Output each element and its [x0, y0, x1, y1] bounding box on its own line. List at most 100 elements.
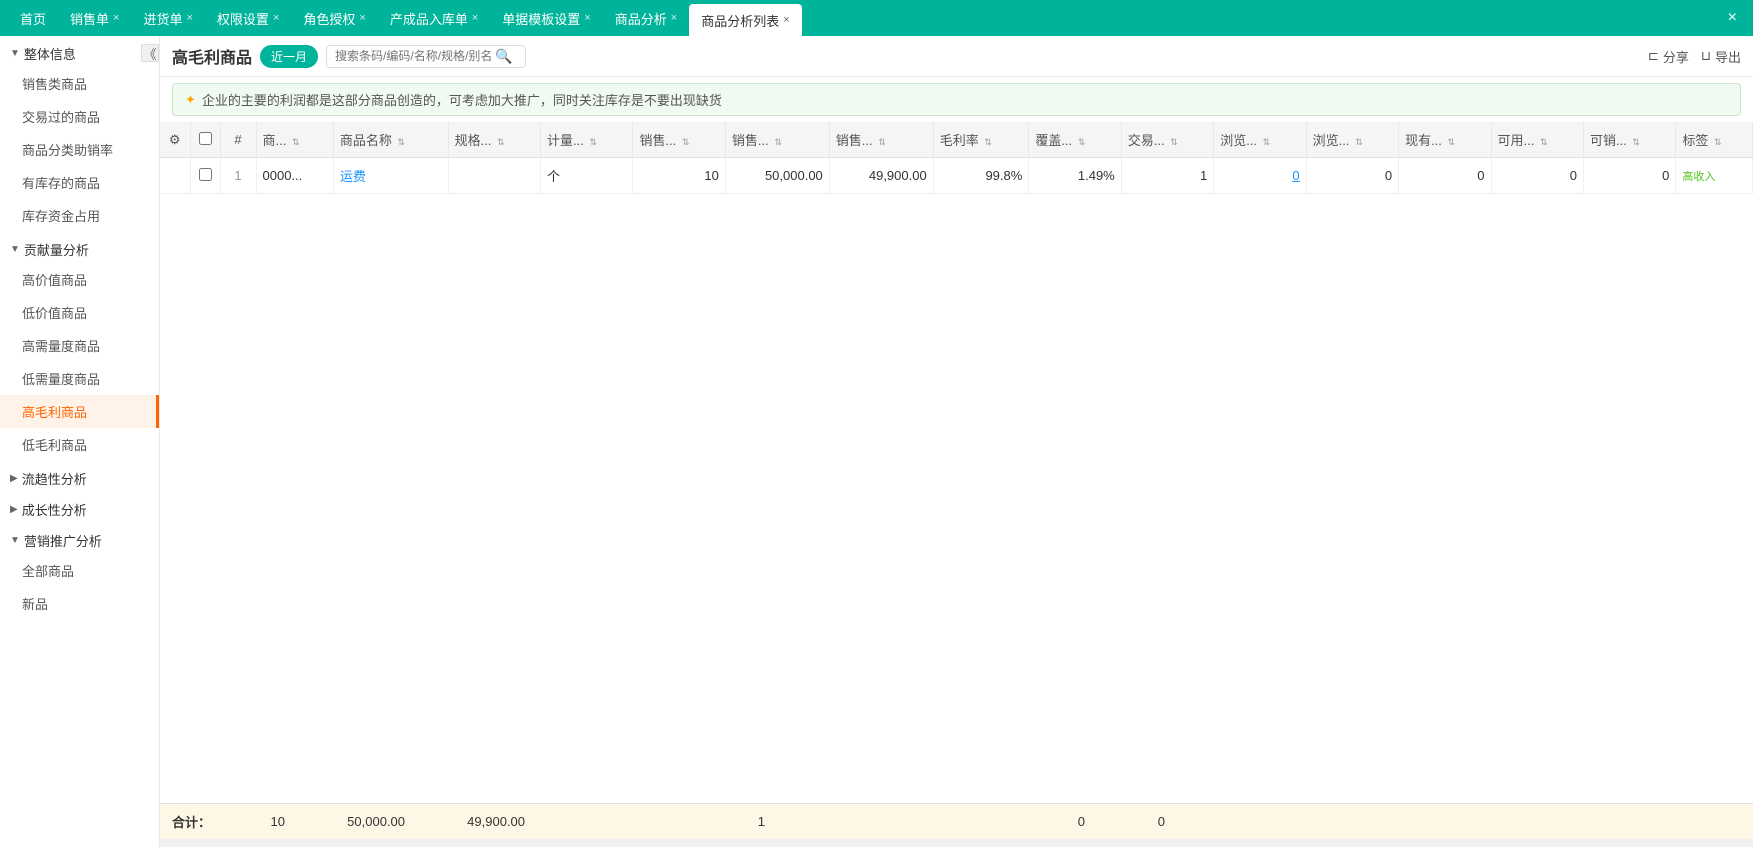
- table-body: 1 0000... 运费 个 10 50,000.00 49,900.00 99…: [160, 158, 1753, 194]
- nav-sales[interactable]: 销售单 ×: [58, 0, 131, 36]
- th-browse1[interactable]: 浏览... ⇅: [1214, 122, 1306, 158]
- settings-icon[interactable]: ⚙: [169, 132, 181, 147]
- td-spec: [448, 158, 540, 194]
- nav-analysis-list[interactable]: 商品分析列表 ×: [689, 4, 801, 36]
- nav-analysis-list-close[interactable]: ×: [783, 14, 789, 26]
- td-browse1[interactable]: 0: [1214, 158, 1306, 194]
- table-header-row: ⚙ # 商... ⇅ 商品名称 ⇅: [160, 122, 1753, 158]
- sidebar-item-new-goods[interactable]: 新品: [0, 587, 159, 620]
- th-gross-margin[interactable]: 毛利率 ⇅: [933, 122, 1029, 158]
- sidebar-section-overall[interactable]: ▼ 整体信息: [0, 36, 159, 67]
- sidebar-item-traded-goods[interactable]: 交易过的商品: [0, 100, 159, 133]
- sidebar-section-marketing[interactable]: ▼ 营销推广分析: [0, 523, 159, 554]
- td-current: 0: [1399, 158, 1491, 194]
- nav-window-close[interactable]: ×: [1720, 9, 1745, 27]
- sidebar-section-contribution[interactable]: ▼ 贡献量分析: [0, 232, 159, 263]
- sidebar-collapse-btn[interactable]: 《: [141, 44, 159, 62]
- footer-trade: 1: [691, 814, 771, 829]
- sort-current-icon: ⇅: [1448, 137, 1456, 147]
- nav-template[interactable]: 单据模板设置 ×: [490, 0, 602, 36]
- nav-permissions[interactable]: 权限设置 ×: [205, 0, 291, 36]
- nav-template-close[interactable]: ×: [584, 12, 590, 24]
- sidebar-item-high-margin[interactable]: 高毛利商品: [0, 395, 159, 428]
- sidebar-section-contribution-arrow: ▼: [10, 244, 20, 255]
- footer-cells: 10 50,000.00 49,900.00 1 0 0: [231, 814, 1741, 829]
- sort-unit-icon: ⇅: [589, 137, 597, 147]
- th-unit[interactable]: 计量... ⇅: [541, 122, 633, 158]
- nav-products-inbound[interactable]: 产成品入库单 ×: [378, 0, 490, 36]
- sidebar-item-sales-goods[interactable]: 销售类商品: [0, 67, 159, 100]
- sidebar-section-overall-arrow: ▼: [10, 48, 20, 59]
- content-header: 高毛利商品 近一月 🔍 ⊏ 分享 ⊔ 导出: [160, 36, 1753, 77]
- table-row: 1 0000... 运费 个 10 50,000.00 49,900.00 99…: [160, 158, 1753, 194]
- th-num: #: [220, 122, 256, 158]
- td-sales-amount: 50,000.00: [725, 158, 829, 194]
- td-check[interactable]: [190, 158, 220, 194]
- th-checkbox[interactable]: [190, 122, 220, 158]
- th-available[interactable]: 可用... ⇅: [1491, 122, 1583, 158]
- footer-spacer3: [771, 814, 851, 829]
- search-input[interactable]: [335, 49, 495, 63]
- sidebar-item-category-rate[interactable]: 商品分类助销率: [0, 133, 159, 166]
- sidebar-item-inventory-capital[interactable]: 库存资金占用: [0, 199, 159, 232]
- td-num: 1: [220, 158, 256, 194]
- nav-products-inbound-close[interactable]: ×: [472, 12, 478, 24]
- sidebar-item-all-goods[interactable]: 全部商品: [0, 554, 159, 587]
- row-checkbox[interactable]: [199, 168, 212, 181]
- nav-sales-close[interactable]: ×: [113, 12, 119, 24]
- th-sales-cost[interactable]: 销售... ⇅: [829, 122, 933, 158]
- nav-roles[interactable]: 角色授权 ×: [291, 0, 377, 36]
- page-title: 高毛利商品: [172, 44, 252, 68]
- search-box: 🔍: [326, 45, 526, 68]
- filter-recent-month[interactable]: 近一月: [260, 45, 318, 68]
- main-container: 《 ▼ 整体信息 销售类商品 交易过的商品 商品分类助销率 有库存的商品 库存资…: [0, 36, 1753, 847]
- sort-trade-icon: ⇅: [1170, 137, 1178, 147]
- th-sales-qty[interactable]: 销售... ⇅: [633, 122, 725, 158]
- nav-analysis[interactable]: 商品分析 ×: [603, 0, 689, 36]
- th-sellable[interactable]: 可销... ⇅: [1583, 122, 1675, 158]
- td-name[interactable]: 运费: [333, 158, 448, 194]
- sort-browse2-icon: ⇅: [1355, 137, 1363, 147]
- nav-purchase-close[interactable]: ×: [186, 12, 192, 24]
- th-current[interactable]: 现有... ⇅: [1399, 122, 1491, 158]
- export-btn[interactable]: ⊔ 导出: [1701, 47, 1741, 66]
- th-name[interactable]: 商品名称 ⇅: [333, 122, 448, 158]
- td-code: 0000...: [256, 158, 333, 194]
- sidebar-item-high-value[interactable]: 高价值商品: [0, 263, 159, 296]
- sidebar-item-low-demand[interactable]: 低需量度商品: [0, 362, 159, 395]
- search-icon[interactable]: 🔍: [495, 48, 512, 65]
- sort-tag-icon: ⇅: [1714, 137, 1722, 147]
- td-browse2: 0: [1306, 158, 1398, 194]
- th-browse2[interactable]: 浏览... ⇅: [1306, 122, 1398, 158]
- footer-sales-qty: 10: [231, 814, 291, 829]
- content-area: 高毛利商品 近一月 🔍 ⊏ 分享 ⊔ 导出 ✦ 企业的主要的利润都是这部分商品创…: [160, 36, 1753, 847]
- sidebar-item-low-value[interactable]: 低价值商品: [0, 296, 159, 329]
- export-icon: ⊔: [1701, 48, 1711, 64]
- nav-analysis-close[interactable]: ×: [671, 12, 677, 24]
- sidebar-section-growth[interactable]: ▶ 成长性分析: [0, 492, 159, 523]
- nav-roles-close[interactable]: ×: [359, 12, 365, 24]
- th-sales-amount[interactable]: 销售... ⇅: [725, 122, 829, 158]
- sort-sales-cost-icon: ⇅: [878, 137, 886, 147]
- sidebar-section-flow[interactable]: ▶ 流趋性分析: [0, 461, 159, 492]
- th-settings[interactable]: ⚙: [160, 122, 190, 158]
- th-trade[interactable]: 交易... ⇅: [1121, 122, 1213, 158]
- sidebar-section-marketing-arrow: ▼: [10, 535, 20, 546]
- footer-sellable: 0: [1091, 814, 1171, 829]
- th-spec[interactable]: 规格... ⇅: [448, 122, 540, 158]
- footer-available: 0: [1011, 814, 1091, 829]
- th-coverage[interactable]: 覆盖... ⇅: [1029, 122, 1121, 158]
- window-close-icon[interactable]: ×: [1728, 9, 1737, 27]
- sidebar-item-high-demand[interactable]: 高需量度商品: [0, 329, 159, 362]
- footer-spacer2: [611, 814, 691, 829]
- sidebar-item-low-margin[interactable]: 低毛利商品: [0, 428, 159, 461]
- nav-permissions-close[interactable]: ×: [273, 12, 279, 24]
- th-code[interactable]: 商... ⇅: [256, 122, 333, 158]
- th-tag[interactable]: 标签 ⇅: [1676, 122, 1753, 158]
- sidebar-item-in-stock[interactable]: 有库存的商品: [0, 166, 159, 199]
- share-btn[interactable]: ⊏ 分享: [1648, 47, 1689, 66]
- nav-home[interactable]: 首页: [8, 0, 58, 36]
- select-all-checkbox[interactable]: [199, 132, 212, 145]
- nav-purchase[interactable]: 进货单 ×: [131, 0, 204, 36]
- bottom-scrollbar[interactable]: [160, 839, 1753, 847]
